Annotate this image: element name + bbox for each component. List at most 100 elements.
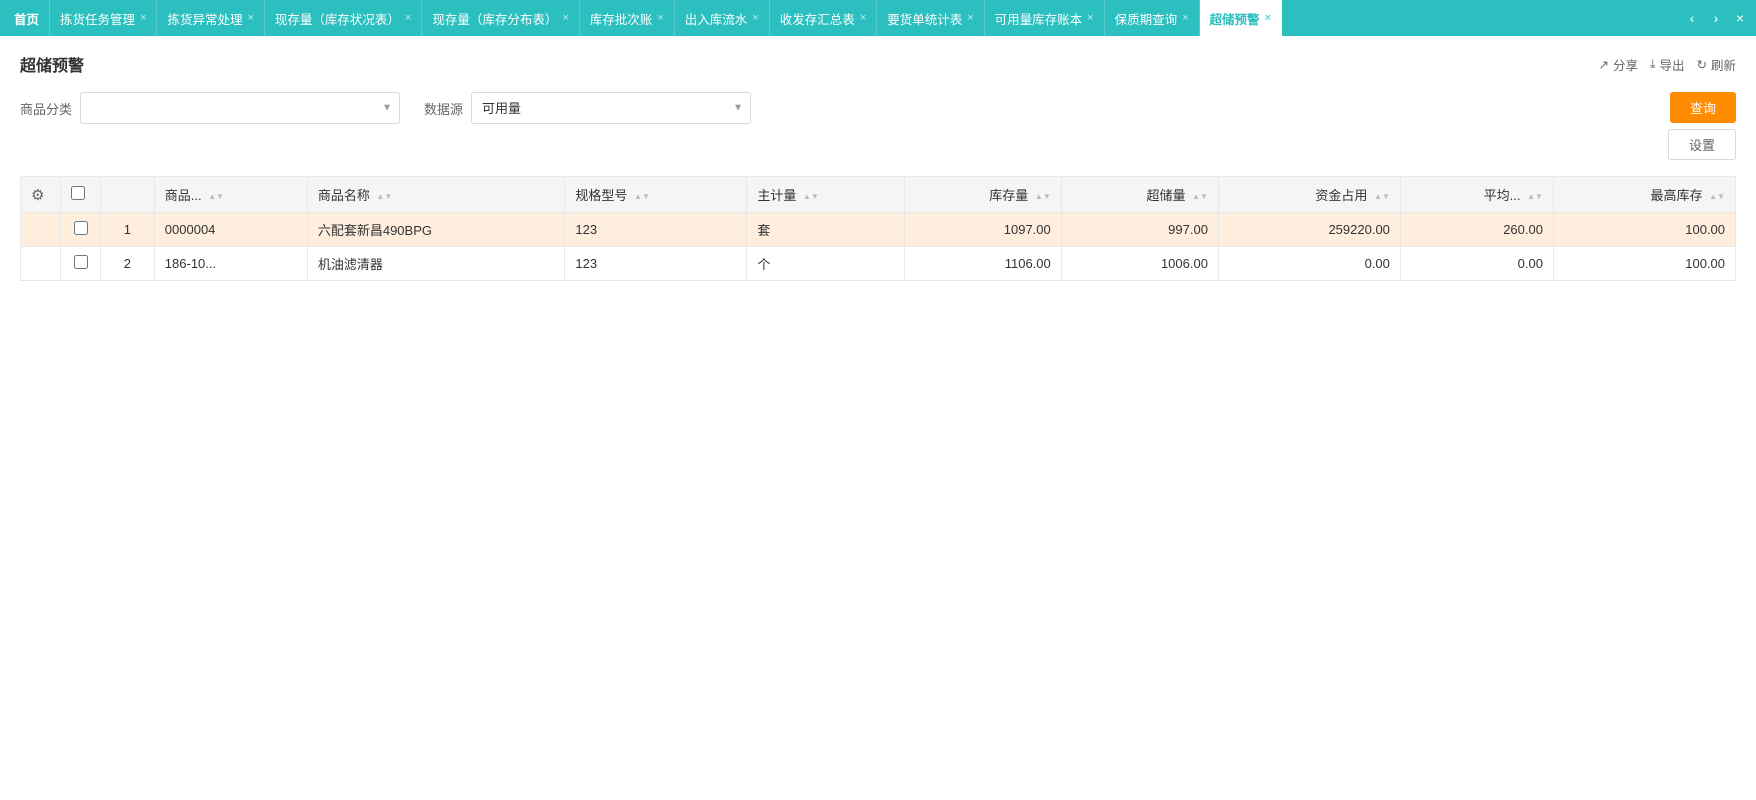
nav-right-arrow[interactable]: ›: [1704, 0, 1728, 36]
table-row: 1 0000004 六配套新昌490BPG 123 套 1097.00 997.…: [21, 213, 1736, 247]
th-avg: 平均... ▲▼: [1400, 177, 1553, 213]
th-code-label: 商品...: [165, 188, 202, 203]
td-gear-cell: [21, 247, 61, 281]
th-checkbox: [61, 177, 101, 213]
nav-tab-task-mgmt[interactable]: 拣货任务管理 ×: [50, 0, 157, 36]
td-name: 机油滤清器: [307, 247, 565, 281]
sort-icon[interactable]: ▲▼: [634, 193, 650, 201]
nav-tab-receive-send[interactable]: 收发存汇总表 ×: [770, 0, 877, 36]
td-stock: 1097.00: [904, 213, 1061, 247]
sort-icon[interactable]: ▲▼: [1709, 193, 1725, 201]
td-capital: 259220.00: [1218, 213, 1400, 247]
nav-close-all[interactable]: ×: [1728, 0, 1752, 36]
export-button[interactable]: ⤓ 导出: [1650, 55, 1685, 74]
nav-tab-close[interactable]: ×: [1182, 12, 1188, 24]
th-name-label: 商品名称: [318, 188, 370, 203]
th-max: 最高库存 ▲▼: [1553, 177, 1735, 213]
nav-tab-inventory-status[interactable]: 现存量（库存状况表） ×: [265, 0, 422, 36]
nav-tab-close[interactable]: ×: [562, 12, 568, 24]
table-body: 1 0000004 六配套新昌490BPG 123 套 1097.00 997.…: [21, 213, 1736, 281]
th-capital-label: 资金占用: [1315, 188, 1367, 203]
nav-tab-quality-check[interactable]: 保质期查询 ×: [1105, 0, 1200, 36]
share-icon: ↗: [1598, 57, 1608, 72]
th-capital: 资金占用 ▲▼: [1218, 177, 1400, 213]
nav-tab-label: 保质期查询: [1115, 9, 1178, 28]
nav-tab-close[interactable]: ×: [967, 12, 973, 24]
page-title: 超储预警: [20, 52, 84, 76]
nav-tab-close[interactable]: ×: [247, 12, 253, 24]
th-spec-label: 规格型号: [575, 188, 627, 203]
th-spec: 规格型号 ▲▼: [565, 177, 747, 213]
nav-tab-label: 要货单统计表: [887, 9, 962, 28]
row-checkbox[interactable]: [74, 221, 88, 235]
export-icon: ⤓: [1650, 57, 1656, 72]
nav-tab-label: 超储预警: [1210, 9, 1260, 28]
th-row-num: [101, 177, 155, 213]
nav-tab-close[interactable]: ×: [752, 12, 758, 24]
nav-left-arrow[interactable]: ‹: [1680, 0, 1704, 36]
datasource-select[interactable]: 可用量 库存量: [471, 92, 751, 124]
nav-tab-order-stats[interactable]: 要货单统计表 ×: [877, 0, 984, 36]
sort-icon[interactable]: ▲▼: [803, 193, 819, 201]
nav-tab-close[interactable]: ×: [1265, 12, 1271, 24]
page-content: 超储预警 ↗ 分享 ⤓ 导出 ↻ 刷新 商品分类: [0, 36, 1756, 800]
nav-tab-close[interactable]: ×: [860, 12, 866, 24]
td-max: 100.00: [1553, 213, 1735, 247]
td-checkbox-cell: [61, 213, 101, 247]
page-header: 超储预警 ↗ 分享 ⤓ 导出 ↻ 刷新: [20, 52, 1736, 76]
sort-icon[interactable]: ▲▼: [1192, 193, 1208, 201]
sort-icon[interactable]: ▲▼: [208, 193, 224, 201]
gear-icon[interactable]: ⚙: [31, 187, 44, 204]
nav-tab-label: 可用量库存账本: [995, 9, 1083, 28]
row-checkbox[interactable]: [74, 255, 88, 269]
action-buttons: 查询 设置: [1668, 92, 1736, 160]
td-avg: 0.00: [1400, 247, 1553, 281]
td-code: 186-10...: [154, 247, 307, 281]
td-capital: 0.00: [1218, 247, 1400, 281]
table-row: 2 186-10... 机油滤清器 123 个 1106.00 1006.00 …: [21, 247, 1736, 281]
select-all-checkbox[interactable]: [71, 186, 85, 200]
nav-tab-label: 现存量（库存状况表）: [275, 9, 400, 28]
datasource-label: 数据源: [424, 99, 463, 118]
settings-button[interactable]: 设置: [1668, 129, 1736, 160]
nav-tab-abnormal[interactable]: 拣货异常处理 ×: [157, 0, 264, 36]
td-row-num: 2: [101, 247, 155, 281]
nav-tab-home[interactable]: 首页: [4, 0, 50, 36]
th-unit-label: 主计量: [757, 188, 796, 203]
nav-arrows: ‹ › ×: [1680, 0, 1752, 36]
sort-icon[interactable]: ▲▼: [1035, 193, 1051, 201]
td-code: 0000004: [154, 213, 307, 247]
td-spec: 123: [565, 213, 747, 247]
nav-tab-close[interactable]: ×: [1087, 12, 1093, 24]
category-label: 商品分类: [20, 99, 72, 118]
nav-tab-inout-flow[interactable]: 出入库流水 ×: [675, 0, 770, 36]
nav-tab-inventory-dist[interactable]: 现存量（库存分布表） ×: [422, 0, 579, 36]
td-row-num: 1: [101, 213, 155, 247]
th-code: 商品... ▲▼: [154, 177, 307, 213]
table-header-row: ⚙ 商品... ▲▼ 商品名称 ▲▼ 规格型号 ▲▼: [21, 177, 1736, 213]
export-label: 导出: [1659, 55, 1684, 74]
nav-tab-close[interactable]: ×: [657, 12, 663, 24]
nav-tab-label: 拣货任务管理: [60, 9, 135, 28]
datasource-filter: 数据源 可用量 库存量: [424, 92, 751, 124]
nav-tab-label: 出入库流水: [685, 9, 748, 28]
nav-tab-close[interactable]: ×: [140, 12, 146, 24]
category-select[interactable]: [80, 92, 400, 124]
share-label: 分享: [1613, 55, 1638, 74]
nav-tab-close[interactable]: ×: [405, 12, 411, 24]
td-name: 六配套新昌490BPG: [307, 213, 565, 247]
nav-tab-over-stock[interactable]: 超储预警 ×: [1200, 0, 1282, 36]
sort-icon[interactable]: ▲▼: [1374, 193, 1390, 201]
nav-tab-batch-account[interactable]: 库存批次账 ×: [580, 0, 675, 36]
query-button[interactable]: 查询: [1670, 92, 1736, 123]
sort-icon[interactable]: ▲▼: [1527, 193, 1543, 201]
th-over: 超储量 ▲▼: [1061, 177, 1218, 213]
share-button[interactable]: ↗ 分享: [1598, 55, 1638, 74]
td-avg: 260.00: [1400, 213, 1553, 247]
nav-tab-label: 收发存汇总表: [780, 9, 855, 28]
nav-tab-available-account[interactable]: 可用量库存账本 ×: [985, 0, 1105, 36]
sort-icon[interactable]: ▲▼: [376, 193, 392, 201]
refresh-button[interactable]: ↻ 刷新: [1697, 55, 1737, 74]
nav-tab-label: 拣货异常处理: [167, 9, 242, 28]
category-filter: 商品分类: [20, 92, 400, 124]
